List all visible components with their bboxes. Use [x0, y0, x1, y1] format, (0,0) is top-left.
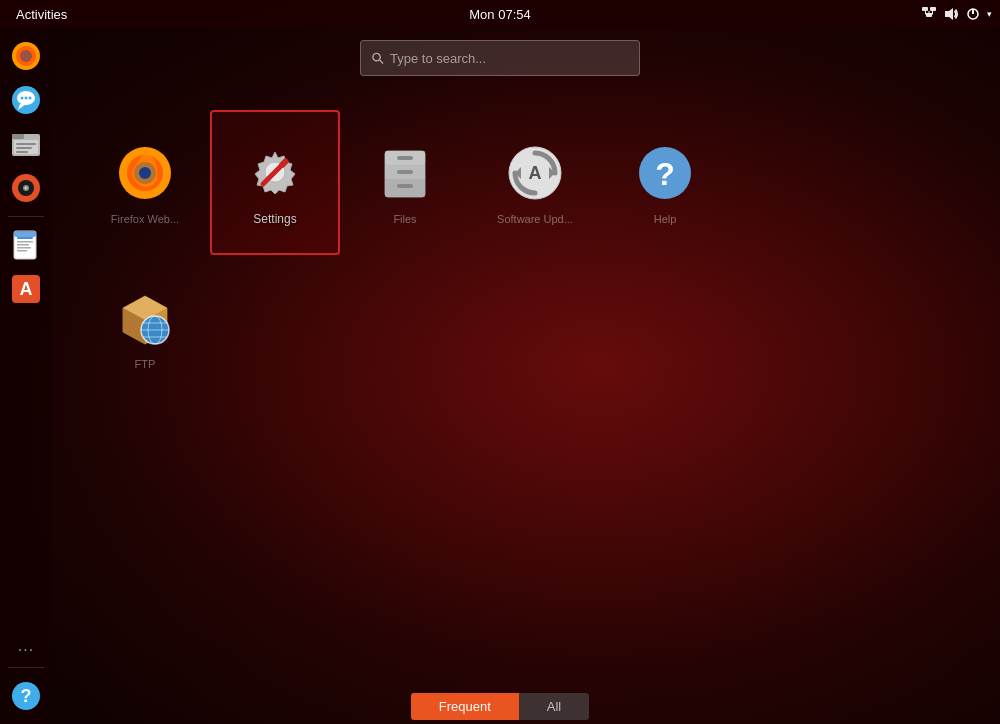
svg-rect-25 — [16, 151, 28, 153]
dock-item-rhythmbox[interactable] — [6, 168, 46, 208]
settings-app-label: Settings — [253, 212, 296, 226]
dock-item-appstore[interactable]: A — [6, 269, 46, 309]
svg-text:?: ? — [655, 156, 675, 192]
appstore-icon: A — [8, 271, 44, 307]
ftp-app-icon — [113, 286, 177, 350]
files-app-label: Files — [393, 213, 416, 225]
dock-item-messaging[interactable] — [6, 80, 46, 120]
volume-icon[interactable] — [943, 6, 959, 22]
dock-item-files[interactable] — [6, 124, 46, 164]
svg-point-19 — [29, 97, 32, 100]
search-input[interactable] — [390, 51, 629, 66]
app-row-2: FTP — [80, 255, 980, 400]
svg-rect-56 — [397, 156, 413, 160]
activities-button[interactable]: Activities — [8, 0, 75, 28]
svg-rect-36 — [17, 250, 27, 252]
svg-rect-6 — [925, 14, 929, 15]
svg-rect-32 — [17, 237, 33, 239]
updater-app-icon: A — [503, 141, 567, 205]
settings-app-icon — [243, 140, 307, 204]
svg-marker-8 — [945, 8, 953, 20]
help-app-icon: ? — [633, 141, 697, 205]
svg-text:A: A — [529, 163, 542, 183]
help-app-label: Help — [654, 213, 677, 225]
svg-point-42 — [373, 53, 380, 60]
rhythmbox-icon — [8, 170, 44, 206]
topbar-system-icons: ▾ — [921, 6, 992, 22]
ftp-app-label: FTP — [135, 358, 156, 370]
network-icon[interactable] — [921, 6, 937, 22]
dock-more-button[interactable]: ··· — [18, 641, 34, 659]
bottom-tabs: Frequent All — [0, 688, 1000, 724]
dock-item-firefox[interactable] — [6, 36, 46, 76]
search-bar[interactable] — [360, 40, 640, 76]
svg-line-43 — [380, 60, 383, 63]
clock: Mon 07:54 — [469, 7, 530, 22]
svg-rect-3 — [929, 11, 930, 13]
svg-rect-21 — [12, 134, 24, 139]
power-dropdown-icon[interactable]: ▾ — [987, 9, 992, 19]
svg-rect-24 — [16, 147, 32, 149]
svg-point-17 — [21, 97, 24, 100]
dock-separator — [8, 216, 44, 217]
writer-icon — [8, 227, 44, 263]
files-app-icon — [373, 141, 437, 205]
firefox-app-label: Firefox Web... — [111, 213, 179, 225]
svg-point-47 — [139, 167, 151, 179]
tab-frequent[interactable]: Frequent — [411, 693, 519, 720]
svg-rect-23 — [16, 143, 36, 145]
svg-text:A: A — [20, 279, 33, 299]
app-grid: Firefox Web... Settings — [60, 100, 1000, 674]
svg-rect-35 — [17, 247, 31, 249]
topbar: Activities Mon 07:54 — [0, 0, 1000, 28]
app-item-help[interactable]: ? Help — [600, 110, 730, 255]
app-item-firefox[interactable]: Firefox Web... — [80, 110, 210, 255]
svg-rect-57 — [397, 170, 413, 174]
app-row-1: Firefox Web... Settings — [80, 110, 980, 255]
dock-separator-2 — [8, 667, 44, 668]
svg-rect-58 — [397, 184, 413, 188]
firefox-app-icon — [113, 141, 177, 205]
app-item-ftp[interactable]: FTP — [80, 255, 210, 400]
svg-point-18 — [25, 97, 28, 100]
svg-rect-37 — [14, 231, 36, 237]
updater-app-label: Software Upd... — [497, 213, 573, 225]
svg-rect-0 — [922, 7, 928, 11]
svg-rect-34 — [17, 244, 29, 246]
tab-all[interactable]: All — [519, 693, 589, 720]
firefox-icon — [8, 38, 44, 74]
svg-rect-7 — [929, 14, 933, 15]
app-item-files[interactable]: Files — [340, 110, 470, 255]
app-item-settings[interactable]: Settings — [210, 110, 340, 255]
svg-rect-33 — [17, 241, 33, 243]
files-icon — [8, 126, 44, 162]
empathy-icon — [8, 82, 44, 118]
power-icon[interactable] — [965, 6, 981, 22]
svg-point-29 — [25, 187, 28, 190]
svg-rect-1 — [930, 7, 936, 11]
dock-item-writer[interactable] — [6, 225, 46, 265]
dock: A ··· ? — [0, 28, 52, 724]
search-icon — [371, 51, 384, 65]
app-item-updater[interactable]: A Software Upd... — [470, 110, 600, 255]
